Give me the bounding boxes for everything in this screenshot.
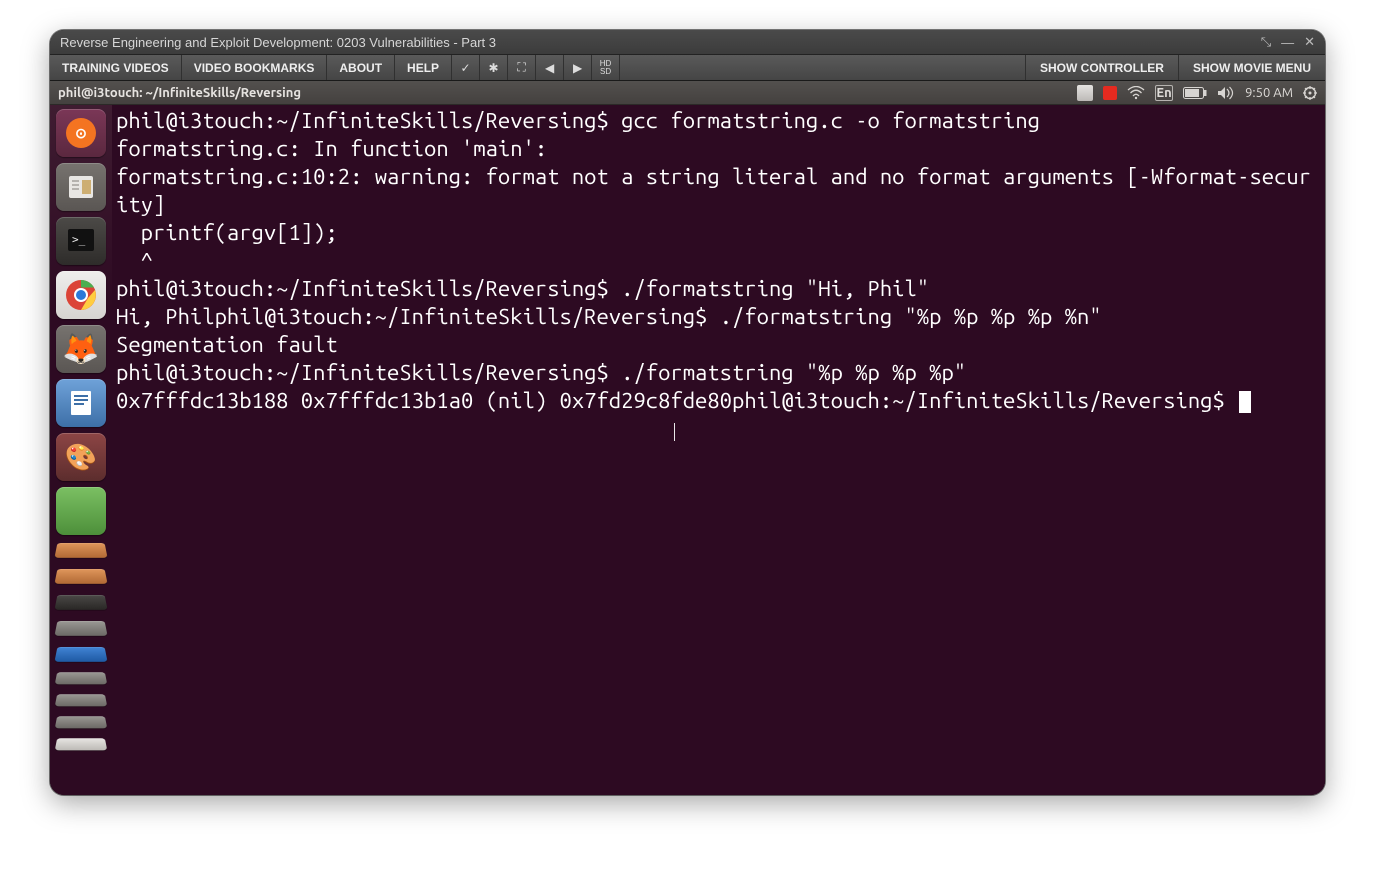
command: gcc formatstring.c -o formatstring xyxy=(621,108,1040,133)
launcher-overflow-4[interactable] xyxy=(54,621,107,636)
player-title: Reverse Engineering and Exploit Developm… xyxy=(60,35,1261,50)
restore-icon[interactable]: ⤡ xyxy=(1261,34,1271,50)
session-gear-icon[interactable] xyxy=(1303,86,1317,100)
ubuntu-topbar: phil@i3touch: ~/InfiniteSkills/Reversing… xyxy=(50,81,1325,105)
dash-icon[interactable]: ⊙ xyxy=(56,109,106,157)
files-icon[interactable] xyxy=(56,163,106,211)
unity-launcher: ⊙ >_ 🦊 🎨 xyxy=(50,105,112,795)
next-icon[interactable]: ▶ xyxy=(564,55,592,80)
clock[interactable]: 9:50 AM xyxy=(1245,86,1293,100)
player-window-controls: ⤡ — ✕ xyxy=(1261,34,1315,50)
output-line: 0x7fffdc13b188 0x7fffdc13b1a0 (nil) 0x7f… xyxy=(116,388,732,413)
svg-text:>_: >_ xyxy=(72,233,86,246)
launcher-overflow-1[interactable] xyxy=(54,543,107,558)
hd-sd-icon[interactable]: HD SD xyxy=(592,55,620,80)
output-line: formatstring.c:10:2: warning: format not… xyxy=(116,164,1311,217)
text-caret-icon xyxy=(674,423,675,441)
output-line: formatstring.c: In function 'main': xyxy=(116,136,547,161)
prompt: phil@i3touch:~/InfiniteSkills/Reversing$ xyxy=(116,108,621,133)
output-line: Hi, Phil xyxy=(116,304,215,329)
menu-help[interactable]: HELP xyxy=(395,55,452,80)
launcher-overflow-5[interactable] xyxy=(54,647,107,662)
menu-about[interactable]: ABOUT xyxy=(327,55,395,80)
gear-icon[interactable]: ✱ xyxy=(480,55,508,80)
launcher-overflow-9[interactable] xyxy=(55,738,108,750)
terminal-cursor xyxy=(1239,391,1251,413)
firefox-icon[interactable]: 🦊 xyxy=(56,325,106,373)
terminal-output[interactable]: phil@i3touch:~/InfiniteSkills/Reversing$… xyxy=(112,105,1325,795)
show-movie-menu-button[interactable]: SHOW MOVIE MENU xyxy=(1178,55,1325,80)
chrome-icon[interactable] xyxy=(56,271,106,319)
prompt: phil@i3touch:~/InfiniteSkills/Reversing$ xyxy=(732,388,1237,413)
check-icon[interactable]: ✓ xyxy=(452,55,480,80)
output-line: Segmentation fault xyxy=(116,332,338,357)
gimp-icon[interactable]: 🎨 xyxy=(56,433,106,481)
player-window: Reverse Engineering and Exploit Developm… xyxy=(50,30,1325,795)
prompt: phil@i3touch:~/InfiniteSkills/Reversing$ xyxy=(215,304,720,329)
launcher-overflow-8[interactable] xyxy=(55,716,108,728)
close-icon[interactable]: ✕ xyxy=(1304,34,1315,50)
terminal-icon[interactable]: >_ xyxy=(56,217,106,265)
calc-icon[interactable] xyxy=(56,487,106,535)
show-controller-button[interactable]: SHOW CONTROLLER xyxy=(1025,55,1178,80)
writer-icon[interactable] xyxy=(56,379,106,427)
output-line: printf(argv[1]); xyxy=(116,220,338,245)
prompt: phil@i3touch:~/InfiniteSkills/Reversing$ xyxy=(116,276,621,301)
desktop-area: ⊙ >_ 🦊 🎨 phil@i xyxy=(50,105,1325,795)
output-line: ^ xyxy=(116,248,153,273)
player-menubar: TRAINING VIDEOS VIDEO BOOKMARKS ABOUT HE… xyxy=(50,55,1325,81)
command: ./formatstring "%p %p %p %p" xyxy=(621,360,966,385)
launcher-overflow-7[interactable] xyxy=(55,694,108,706)
wifi-icon[interactable] xyxy=(1127,86,1145,100)
menu-training-videos[interactable]: TRAINING VIDEOS xyxy=(50,55,182,80)
battery-icon[interactable] xyxy=(1183,87,1207,99)
system-tray: En 9:50 AM xyxy=(1077,85,1317,101)
command: ./formatstring "Hi, Phil" xyxy=(621,276,929,301)
minimize-icon[interactable]: — xyxy=(1281,35,1294,50)
player-titlebar: Reverse Engineering and Exploit Developm… xyxy=(50,30,1325,55)
launcher-overflow-2[interactable] xyxy=(54,569,107,584)
prev-icon[interactable]: ◀ xyxy=(536,55,564,80)
menubar-spacer xyxy=(620,55,1025,80)
record-indicator-icon[interactable] xyxy=(1103,86,1117,100)
fullscreen-icon[interactable]: ⛶ xyxy=(508,55,536,80)
prompt: phil@i3touch:~/InfiniteSkills/Reversing$ xyxy=(116,360,621,385)
volume-icon[interactable] xyxy=(1217,86,1235,100)
active-window-label: phil@i3touch: ~/InfiniteSkills/Reversing xyxy=(58,86,1077,100)
menu-video-bookmarks[interactable]: VIDEO BOOKMARKS xyxy=(182,55,328,80)
launcher-overflow-3[interactable] xyxy=(54,595,107,610)
language-indicator[interactable]: En xyxy=(1155,85,1173,101)
command: ./formatstring "%p %p %p %p %n" xyxy=(720,304,1102,329)
launcher-overflow-6[interactable] xyxy=(55,672,108,684)
record-pause-icon[interactable] xyxy=(1077,85,1093,101)
